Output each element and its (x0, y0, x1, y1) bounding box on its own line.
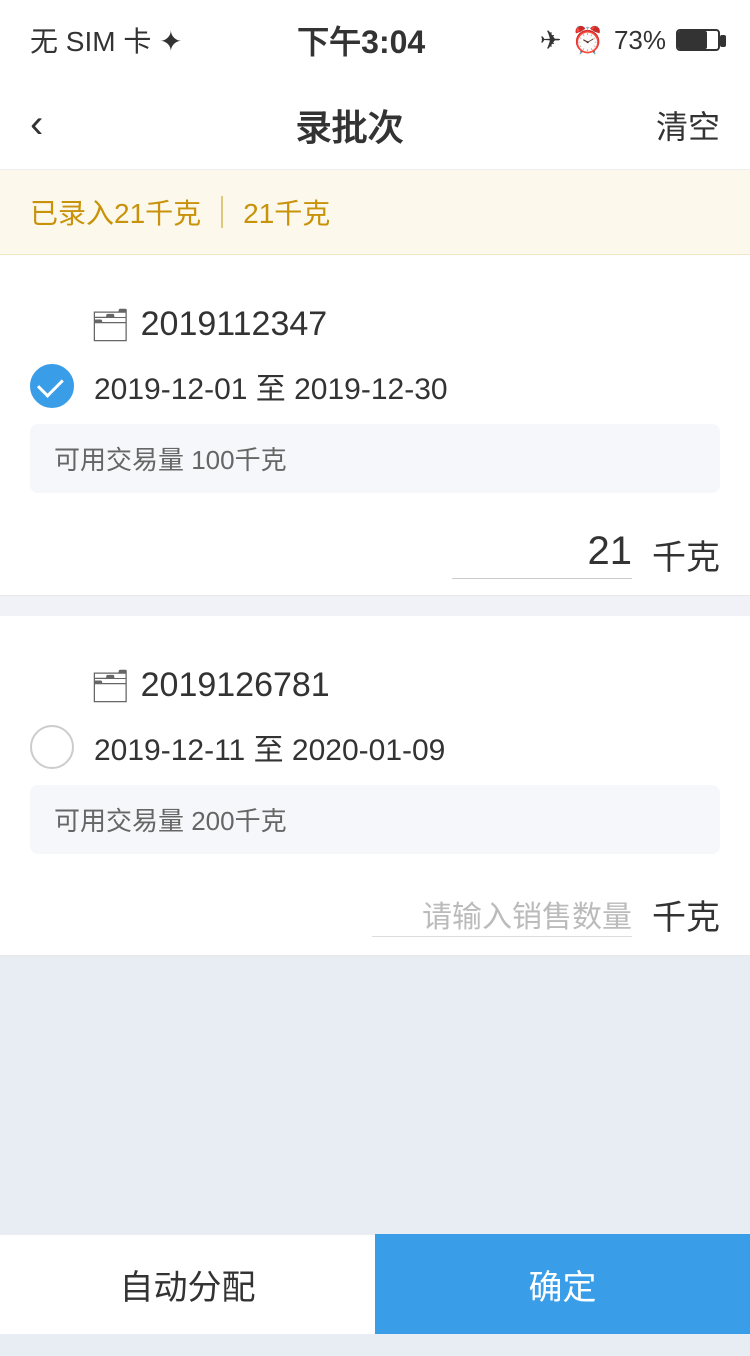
batch2-id-row: 🗂 2019126781 (30, 646, 720, 715)
batch1-date-row[interactable]: 2019-12-01 至 2019-12-30 (30, 354, 720, 424)
no-sim-text: 无 SIM 卡 ✦ (30, 20, 183, 60)
back-button[interactable]: ‹ (30, 102, 43, 147)
batch1-available: 可用交易量 100千克 (30, 424, 720, 493)
batch1-id-row: 🗂 2019112347 (30, 285, 720, 354)
bottom-bar: 自动分配 确定 (0, 1234, 750, 1334)
nav-bar: ‹ 录批次 清空 (0, 80, 750, 170)
summary-label: 已录入21千克 (30, 192, 201, 232)
section-gap1 (0, 596, 750, 616)
batch2-radio[interactable] (30, 725, 74, 769)
page-title: 录批次 (296, 99, 404, 151)
location-icon: ✈ (540, 25, 562, 56)
batch1-radio[interactable] (30, 364, 74, 408)
status-right: ✈ ⏰ 73% (540, 25, 720, 56)
batch1-quantity-row: 21 千克 (0, 509, 750, 595)
battery-text: 73% (614, 25, 666, 56)
batch1-quantity-value: 21 (588, 529, 633, 573)
batch2-id: 2019126781 (141, 666, 330, 705)
batch2-unit: 千克 (652, 890, 720, 939)
batch2-available: 可用交易量 200千克 (30, 785, 720, 854)
batch2-section: 🗂 2019126781 2019-12-11 至 2020-01-09 可用交… (0, 616, 750, 854)
battery-icon (676, 29, 720, 51)
batch2-date-row[interactable]: 2019-12-11 至 2020-01-09 (30, 715, 720, 785)
confirm-button[interactable]: 确定 (375, 1234, 750, 1334)
summary-bar: 已录入21千克 21千克 (0, 170, 750, 255)
batch1-card: 🗂 2019112347 2019-12-01 至 2019-12-30 可用交… (0, 255, 750, 596)
status-bar: 无 SIM 卡 ✦ 下午3:04 ✈ ⏰ 73% (0, 0, 750, 80)
batch1-unit: 千克 (652, 530, 720, 579)
status-left: 无 SIM 卡 ✦ (30, 20, 183, 60)
batch1-section: 🗂 2019112347 2019-12-01 至 2019-12-30 可用交… (0, 255, 750, 493)
summary-divider (221, 196, 223, 228)
batch1-date: 2019-12-01 至 2019-12-30 (94, 364, 448, 408)
batch2-input-placeholder: 请输入销售数量 (422, 901, 632, 934)
alarm-icon: ⏰ (572, 25, 604, 56)
batch2-date: 2019-12-11 至 2020-01-09 (94, 725, 445, 769)
batch1-quantity-input[interactable]: 21 (452, 529, 632, 579)
batch1-icon: 🗂 (90, 306, 131, 344)
batch1-id: 2019112347 (141, 305, 328, 344)
clear-button[interactable]: 清空 (656, 102, 720, 148)
batch2-input-row: 请输入销售数量 千克 (0, 870, 750, 955)
batch2-icon: 🗂 (90, 667, 131, 705)
batch2-card: 🗂 2019126781 2019-12-11 至 2020-01-09 可用交… (0, 616, 750, 956)
summary-value: 21千克 (243, 192, 330, 232)
auto-distribute-button[interactable]: 自动分配 (0, 1234, 375, 1334)
status-time: 下午3:04 (297, 17, 425, 63)
batch2-quantity-input[interactable]: 请输入销售数量 (372, 892, 632, 937)
